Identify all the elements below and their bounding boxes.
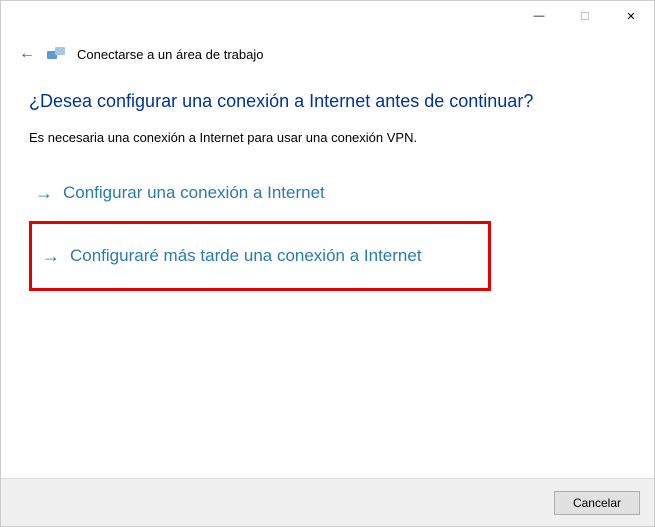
wizard-title: Conectarse a un área de trabajo bbox=[77, 47, 263, 62]
option-label: Configuraré más tarde una conexión a Int… bbox=[70, 246, 422, 266]
window-titlebar: — ☐ ✕ bbox=[1, 1, 654, 31]
option-configure-later[interactable]: → Configuraré más tarde una conexión a I… bbox=[36, 236, 484, 276]
wizard-header: ← Conectarse a un área de trabajo bbox=[1, 31, 654, 71]
page-heading: ¿Desea configurar una conexión a Interne… bbox=[29, 91, 626, 112]
option-configure-now[interactable]: → Configurar una conexión a Internet bbox=[29, 173, 626, 213]
minimize-button[interactable]: — bbox=[516, 1, 562, 31]
workplace-icon bbox=[47, 47, 65, 61]
page-subtext: Es necesaria una conexión a Internet par… bbox=[29, 130, 626, 145]
cancel-button[interactable]: Cancelar bbox=[554, 491, 640, 515]
option-label: Configurar una conexión a Internet bbox=[63, 183, 325, 203]
annotation-highlight: → Configuraré más tarde una conexión a I… bbox=[29, 221, 491, 291]
wizard-content: ¿Desea configurar una conexión a Interne… bbox=[1, 71, 654, 291]
arrow-right-icon: → bbox=[42, 247, 60, 265]
maximize-button: ☐ bbox=[562, 1, 608, 31]
wizard-footer: Cancelar bbox=[1, 478, 654, 526]
back-arrow-icon[interactable]: ← bbox=[19, 45, 35, 63]
arrow-right-icon: → bbox=[35, 184, 53, 202]
close-button[interactable]: ✕ bbox=[608, 1, 654, 31]
